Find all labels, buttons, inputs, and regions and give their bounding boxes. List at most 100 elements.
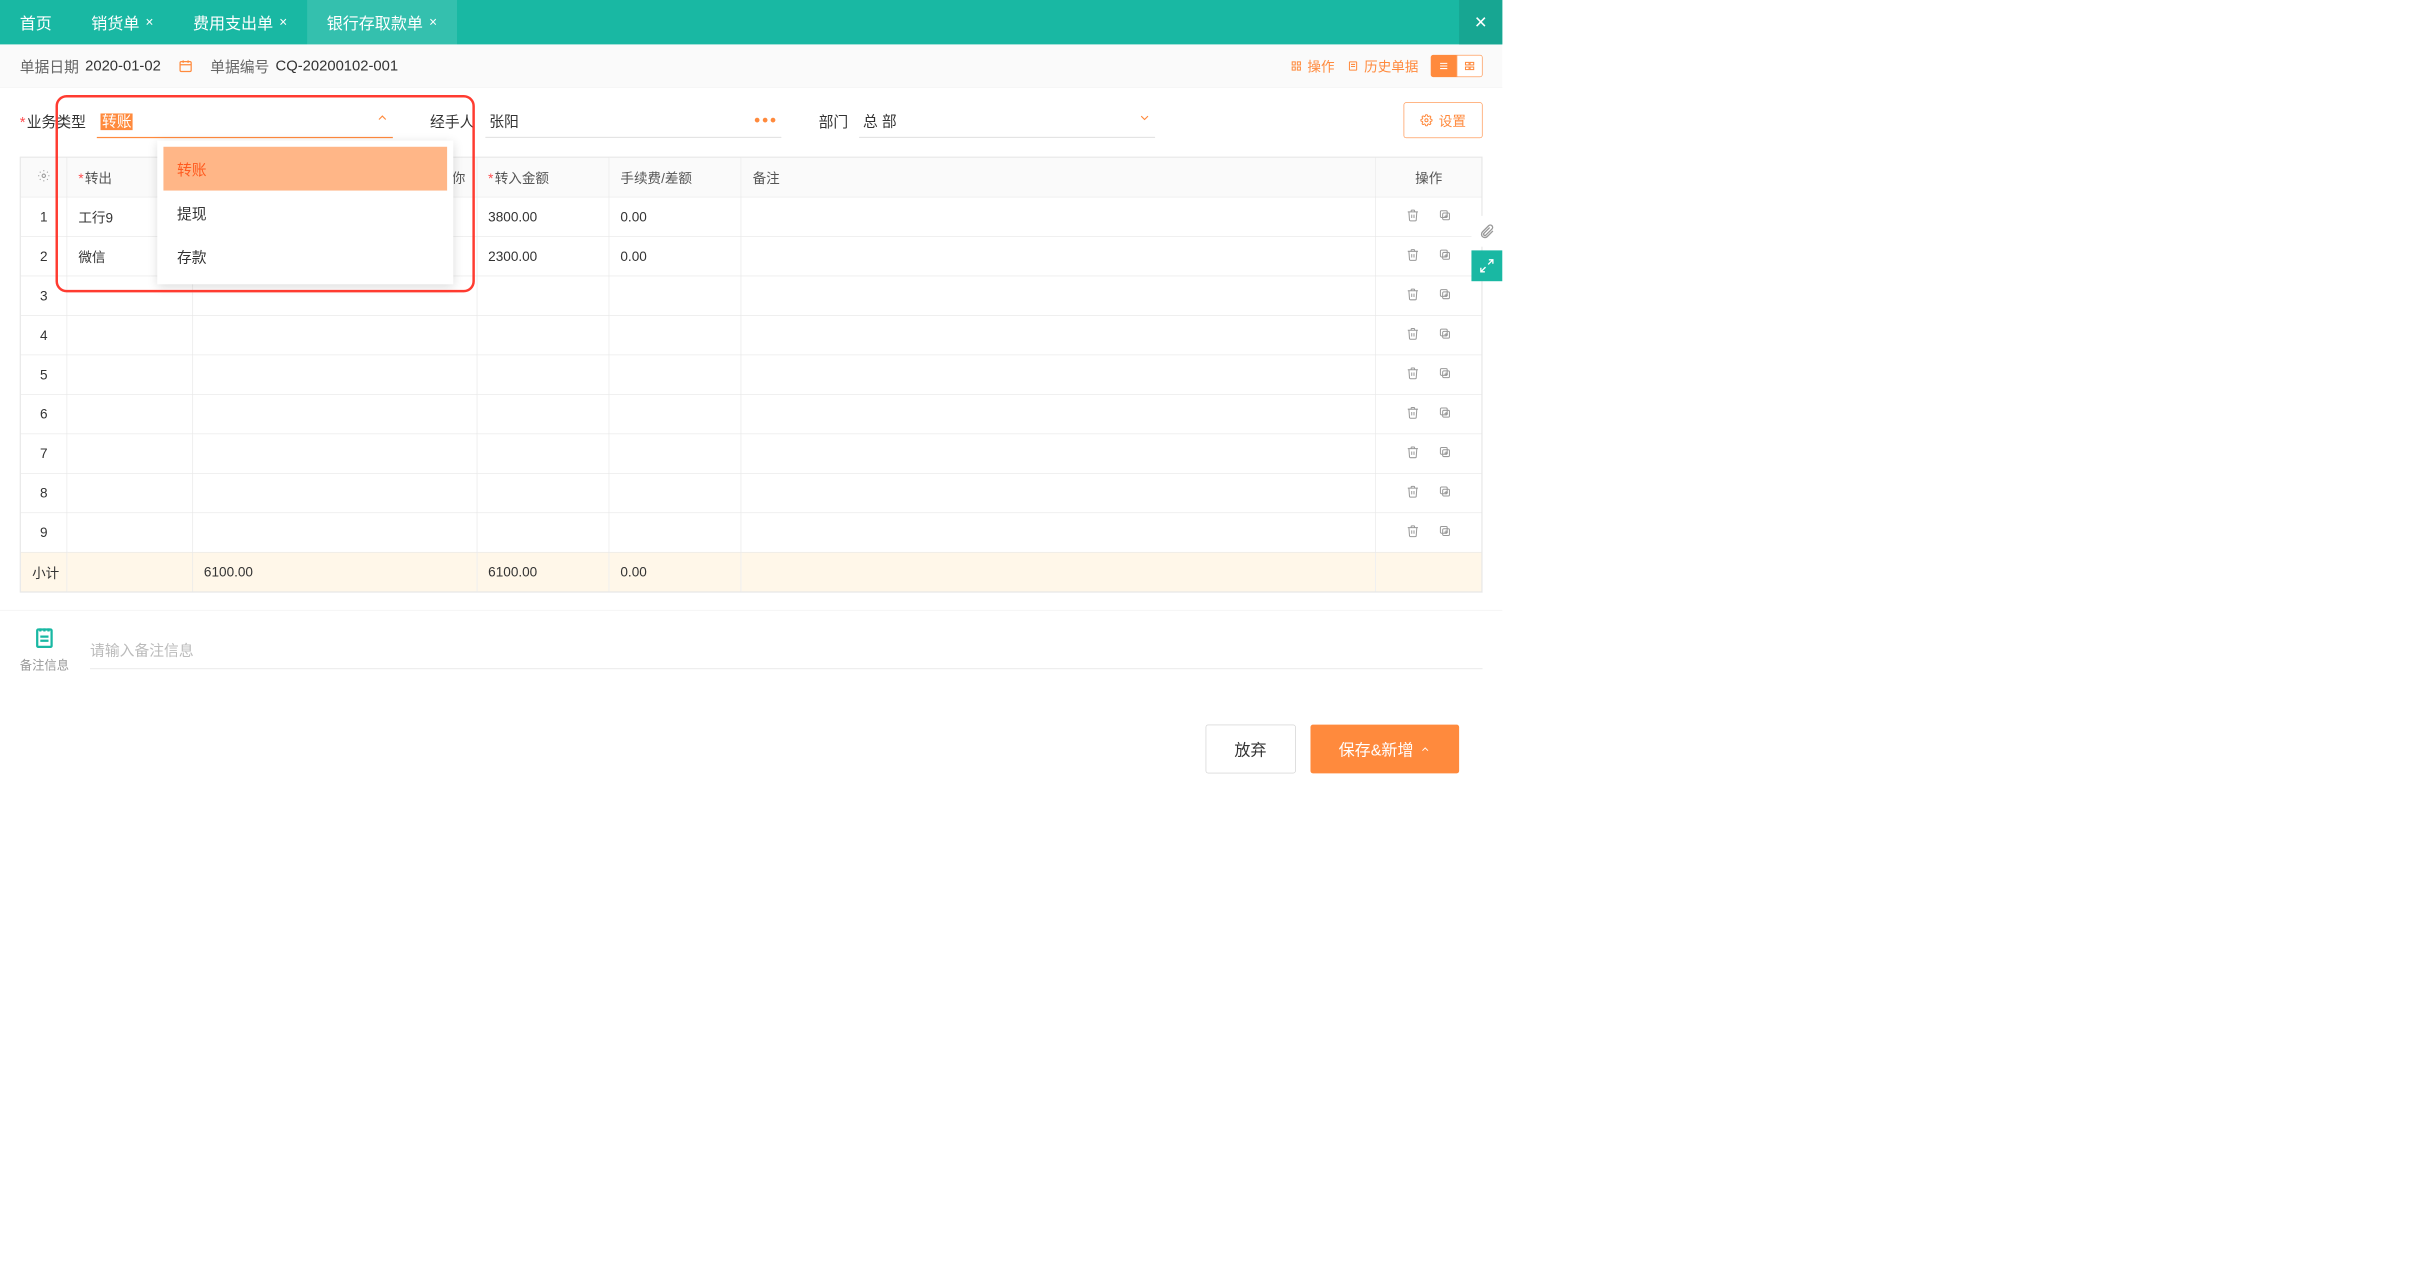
cell-remark[interactable]: [741, 237, 1376, 276]
tab-sales[interactable]: 销货单 ×: [72, 0, 174, 44]
fullscreen-button[interactable]: [1471, 250, 1502, 281]
ops-link[interactable]: 操作: [1290, 56, 1334, 76]
cell-fee[interactable]: 0.00: [609, 197, 741, 236]
delete-row-icon[interactable]: [1406, 445, 1420, 462]
cell-fee[interactable]: 0.00: [609, 237, 741, 276]
tab-bank-transfer[interactable]: 银行存取款单 ×: [307, 0, 457, 44]
close-icon[interactable]: ×: [146, 15, 154, 29]
table-row[interactable]: 7: [21, 434, 1482, 473]
ops-link-label: 操作: [1307, 56, 1334, 76]
cell-in-amount[interactable]: [477, 434, 609, 473]
cell-out-account[interactable]: [67, 473, 193, 512]
cell-remark[interactable]: [741, 473, 1376, 512]
cell-gap[interactable]: [193, 355, 477, 394]
table-row[interactable]: 5: [21, 355, 1482, 394]
discard-button[interactable]: 放弃: [1205, 725, 1295, 774]
more-icon[interactable]: •••: [754, 110, 778, 130]
cell-remark[interactable]: [741, 355, 1376, 394]
cell-out-account[interactable]: [67, 315, 193, 354]
cell-remark[interactable]: [741, 276, 1376, 315]
subtotal-out: 6100.00: [193, 552, 477, 591]
view-mode-card-button[interactable]: [1457, 55, 1483, 77]
dropdown-option-withdraw[interactable]: 提现: [163, 191, 447, 235]
cell-out-account[interactable]: [67, 513, 193, 552]
delete-row-icon[interactable]: [1406, 248, 1420, 265]
copy-row-icon[interactable]: [1438, 405, 1452, 422]
cell-fee[interactable]: [609, 394, 741, 433]
delete-row-icon[interactable]: [1406, 287, 1420, 304]
tab-label: 首页: [20, 11, 52, 34]
table-row[interactable]: 4: [21, 315, 1482, 354]
dropdown-option-transfer[interactable]: 转账: [163, 147, 447, 191]
cell-fee[interactable]: [609, 473, 741, 512]
settings-button[interactable]: 设置: [1404, 102, 1483, 138]
view-mode-list-button[interactable]: [1431, 55, 1457, 77]
close-icon[interactable]: ×: [279, 15, 287, 29]
chevron-down-icon[interactable]: [1138, 111, 1152, 129]
row-index: 4: [21, 315, 67, 354]
delete-row-icon[interactable]: [1406, 405, 1420, 422]
cell-gap[interactable]: [193, 315, 477, 354]
cell-gap[interactable]: [193, 513, 477, 552]
tab-expense[interactable]: 费用支出单 ×: [173, 0, 307, 44]
attachment-button[interactable]: [1471, 216, 1502, 247]
cell-in-amount[interactable]: [477, 513, 609, 552]
delete-row-icon[interactable]: [1406, 484, 1420, 501]
cell-remark[interactable]: [741, 197, 1376, 236]
cell-fee[interactable]: [609, 276, 741, 315]
cell-out-account[interactable]: [67, 394, 193, 433]
table-row[interactable]: 9: [21, 513, 1482, 552]
cell-fee[interactable]: [609, 434, 741, 473]
subtotal-in: 6100.00: [477, 552, 609, 591]
cell-remark[interactable]: [741, 513, 1376, 552]
delete-row-icon[interactable]: [1406, 366, 1420, 383]
cell-out-account[interactable]: [67, 434, 193, 473]
cell-fee[interactable]: [609, 315, 741, 354]
delete-row-icon[interactable]: [1406, 208, 1420, 225]
cell-in-amount[interactable]: [477, 473, 609, 512]
table-row[interactable]: 8: [21, 473, 1482, 512]
cell-fee[interactable]: [609, 513, 741, 552]
cell-fee[interactable]: [609, 355, 741, 394]
copy-row-icon[interactable]: [1438, 248, 1452, 265]
copy-row-icon[interactable]: [1438, 484, 1452, 501]
cell-gap[interactable]: [193, 473, 477, 512]
save-new-button[interactable]: 保存&新增: [1310, 725, 1459, 774]
copy-row-icon[interactable]: [1438, 524, 1452, 541]
copy-row-icon[interactable]: [1438, 327, 1452, 344]
copy-row-icon[interactable]: [1438, 287, 1452, 304]
handler-field: 经手人 张阳 •••: [430, 103, 782, 138]
close-panel-button[interactable]: ×: [1459, 0, 1502, 44]
cell-ops: [1376, 197, 1482, 236]
copy-row-icon[interactable]: [1438, 366, 1452, 383]
cell-gap[interactable]: [193, 394, 477, 433]
cell-out-account[interactable]: [67, 355, 193, 394]
cell-in-amount[interactable]: [477, 394, 609, 433]
copy-row-icon[interactable]: [1438, 208, 1452, 225]
cell-gap[interactable]: [193, 434, 477, 473]
cell-in-amount[interactable]: 3800.00: [477, 197, 609, 236]
close-icon[interactable]: ×: [429, 15, 437, 29]
calendar-icon[interactable]: [178, 58, 193, 73]
chevron-up-icon[interactable]: [376, 111, 390, 129]
cell-remark[interactable]: [741, 315, 1376, 354]
delete-row-icon[interactable]: [1406, 327, 1420, 344]
remark-input[interactable]: 请输入备注信息: [90, 630, 1483, 669]
cell-in-amount[interactable]: 2300.00: [477, 237, 609, 276]
handler-input[interactable]: 张阳 •••: [486, 103, 782, 138]
history-link[interactable]: 历史单据: [1347, 56, 1419, 76]
tab-home[interactable]: 首页: [0, 0, 72, 44]
dept-select[interactable]: 总 部: [859, 103, 1155, 138]
dropdown-option-deposit[interactable]: 存款: [163, 234, 447, 278]
cell-remark[interactable]: [741, 394, 1376, 433]
cell-remark[interactable]: [741, 434, 1376, 473]
cell-in-amount[interactable]: [477, 276, 609, 315]
date-value[interactable]: 2020-01-02: [85, 57, 161, 74]
delete-row-icon[interactable]: [1406, 524, 1420, 541]
biz-type-select[interactable]: 转账: [97, 103, 393, 138]
cell-in-amount[interactable]: [477, 315, 609, 354]
copy-row-icon[interactable]: [1438, 445, 1452, 462]
cell-in-amount[interactable]: [477, 355, 609, 394]
table-settings-icon[interactable]: [21, 158, 67, 197]
table-row[interactable]: 6: [21, 394, 1482, 433]
